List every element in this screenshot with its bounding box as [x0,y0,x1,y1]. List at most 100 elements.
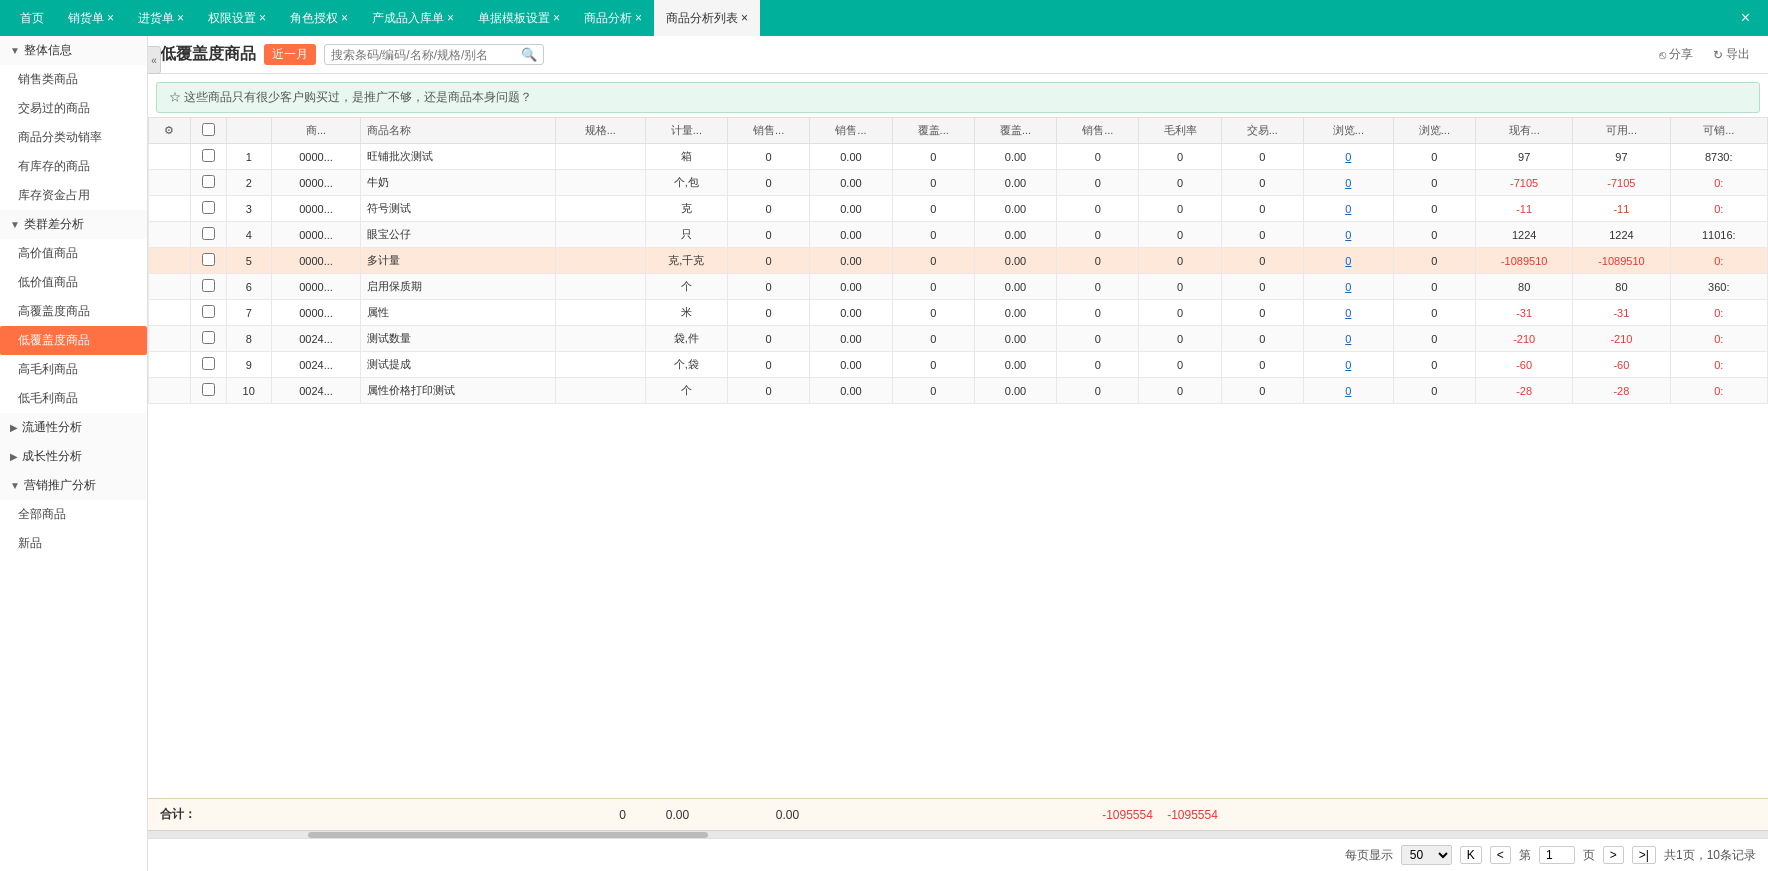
time-filter-button[interactable]: 近一月 [264,44,316,65]
sidebar-item-high-coverage[interactable]: 高覆盖度商品 [0,297,147,326]
share-button[interactable]: ⎋ 分享 [1653,44,1699,65]
next-page-button[interactable]: > [1603,846,1624,864]
table-cell[interactable]: 0 [1303,196,1393,222]
select-all-checkbox[interactable] [202,123,215,136]
search-icon[interactable]: 🔍 [521,47,537,62]
row-checkbox[interactable] [202,305,215,318]
table-cell: 80 [1476,274,1573,300]
first-page-button[interactable]: K [1460,846,1482,864]
sidebar-section-growth[interactable]: ▶ 成长性分析 [0,442,147,471]
table-cell: 测试数量 [361,326,556,352]
sidebar-item-new-goods[interactable]: 新品 [0,529,147,558]
table-cell: -11 [1476,196,1573,222]
sidebar-item-stock-capital[interactable]: 库存资金占用 [0,181,147,210]
sidebar-collapse-button[interactable]: « [148,46,161,74]
table-cell: 6 [226,274,271,300]
window-close-button[interactable]: × [1731,9,1760,27]
table-cell: -11 [1573,196,1670,222]
row-checkbox[interactable] [202,175,215,188]
info-text: ☆ 这些商品只有很少客户购买过，是推广不够，还是商品本身问题？ [169,89,532,106]
sidebar-item-sales-goods[interactable]: 销售类商品 [0,65,147,94]
table-cell[interactable]: 0 [1303,274,1393,300]
nav-finished-goods[interactable]: 产成品入库单 × [360,0,466,36]
scrollbar-thumb[interactable] [308,832,708,838]
horizontal-scrollbar[interactable] [148,830,1768,838]
table-cell [190,326,226,352]
table-cell[interactable]: 0 [1303,326,1393,352]
export-button[interactable]: ↻ 导出 [1707,44,1756,65]
nav-close-permissions[interactable]: × [259,11,266,25]
row-checkbox[interactable] [202,331,215,344]
sidebar-item-all-goods[interactable]: 全部商品 [0,500,147,529]
nav-close-analysis[interactable]: × [635,11,642,25]
nav-template-settings[interactable]: 单据模板设置 × [466,0,572,36]
table-cell[interactable]: 0 [1303,144,1393,170]
sidebar-section-overall[interactable]: ▼ 整体信息 [0,36,147,65]
nav-close-finished[interactable]: × [447,11,454,25]
sidebar-item-in-stock[interactable]: 有库存的商品 [0,152,147,181]
table-cell[interactable]: 0 [1303,248,1393,274]
table-cell: 7 [226,300,271,326]
nav-close-analysis-list[interactable]: × [741,11,748,25]
table-cell: -28 [1573,378,1670,404]
th-profit: 毛利率 [1139,118,1221,144]
th-cov2: 覆盖... [974,118,1056,144]
footer-avail2: -1095554 [1160,808,1225,822]
search-input[interactable] [331,48,521,62]
table-body: 10000...旺铺批次测试箱00.0000.000000097978730:2… [149,144,1768,404]
sidebar-item-category-turnover[interactable]: 商品分类动销率 [0,123,147,152]
row-checkbox[interactable] [202,253,215,266]
table-cell: 属性价格打印测试 [361,378,556,404]
table-row: 100024...属性价格打印测试个00.0000.0000000-28-280… [149,378,1768,404]
row-checkbox[interactable] [202,149,215,162]
nav-close-roles[interactable]: × [341,11,348,25]
table-cell: 0 [1139,274,1221,300]
nav-home[interactable]: 首页 [8,0,56,36]
th-settings[interactable]: ⚙ [149,118,191,144]
sidebar-section-marketing[interactable]: ▼ 营销推广分析 [0,471,147,500]
th-checkbox[interactable] [190,118,226,144]
sidebar-item-high-profit[interactable]: 高毛利商品 [0,355,147,384]
nav-sales-order[interactable]: 销货单 × [56,0,126,36]
sidebar-item-low-coverage[interactable]: 低覆盖度商品 [0,326,147,355]
sidebar-item-low-profit[interactable]: 低毛利商品 [0,384,147,413]
table-cell[interactable]: 0 [1303,378,1393,404]
th-avail2: 可用... [1573,118,1670,144]
th-browse2: 浏览... [1393,118,1475,144]
row-checkbox[interactable] [202,383,215,396]
nav-product-analysis[interactable]: 商品分析 × [572,0,654,36]
row-checkbox[interactable] [202,201,215,214]
table-cell[interactable]: 0 [1303,352,1393,378]
row-checkbox[interactable] [202,357,215,370]
footer-cov2: 0.00 [760,808,815,822]
per-page-select[interactable]: 50 100 200 [1401,845,1452,865]
page-number-input[interactable] [1539,846,1575,864]
row-checkbox[interactable] [202,279,215,292]
nav-roles[interactable]: 角色授权 × [278,0,360,36]
table-cell: 0 [892,222,974,248]
table-cell[interactable]: 0 [1303,300,1393,326]
nav-close-template[interactable]: × [553,11,560,25]
table-cell[interactable]: 0 [1303,170,1393,196]
export-icon: ↻ [1713,48,1723,62]
sidebar-item-high-value[interactable]: 高价值商品 [0,239,147,268]
nav-permissions[interactable]: 权限设置 × [196,0,278,36]
sidebar-section-cluster[interactable]: ▼ 类群差分析 [0,210,147,239]
table-cell: 0.00 [974,274,1056,300]
row-checkbox[interactable] [202,227,215,240]
table-cell: 0 [728,144,810,170]
table-cell [555,144,645,170]
nav-close-sales[interactable]: × [107,11,114,25]
sidebar-item-low-value[interactable]: 低价值商品 [0,268,147,297]
nav-purchase[interactable]: 进货单 × [126,0,196,36]
table-cell: 0 [1057,248,1139,274]
nav-close-purchase[interactable]: × [177,11,184,25]
table-cell[interactable]: 0 [1303,222,1393,248]
prev-page-button[interactable]: < [1490,846,1511,864]
nav-product-analysis-list[interactable]: 商品分析列表 × [654,0,760,36]
sidebar-item-traded-goods[interactable]: 交易过的商品 [0,94,147,123]
sidebar-section-circulation[interactable]: ▶ 流通性分析 [0,413,147,442]
search-box[interactable]: 🔍 [324,44,544,65]
last-page-button[interactable]: >| [1632,846,1656,864]
table-cell: 0 [1221,248,1303,274]
